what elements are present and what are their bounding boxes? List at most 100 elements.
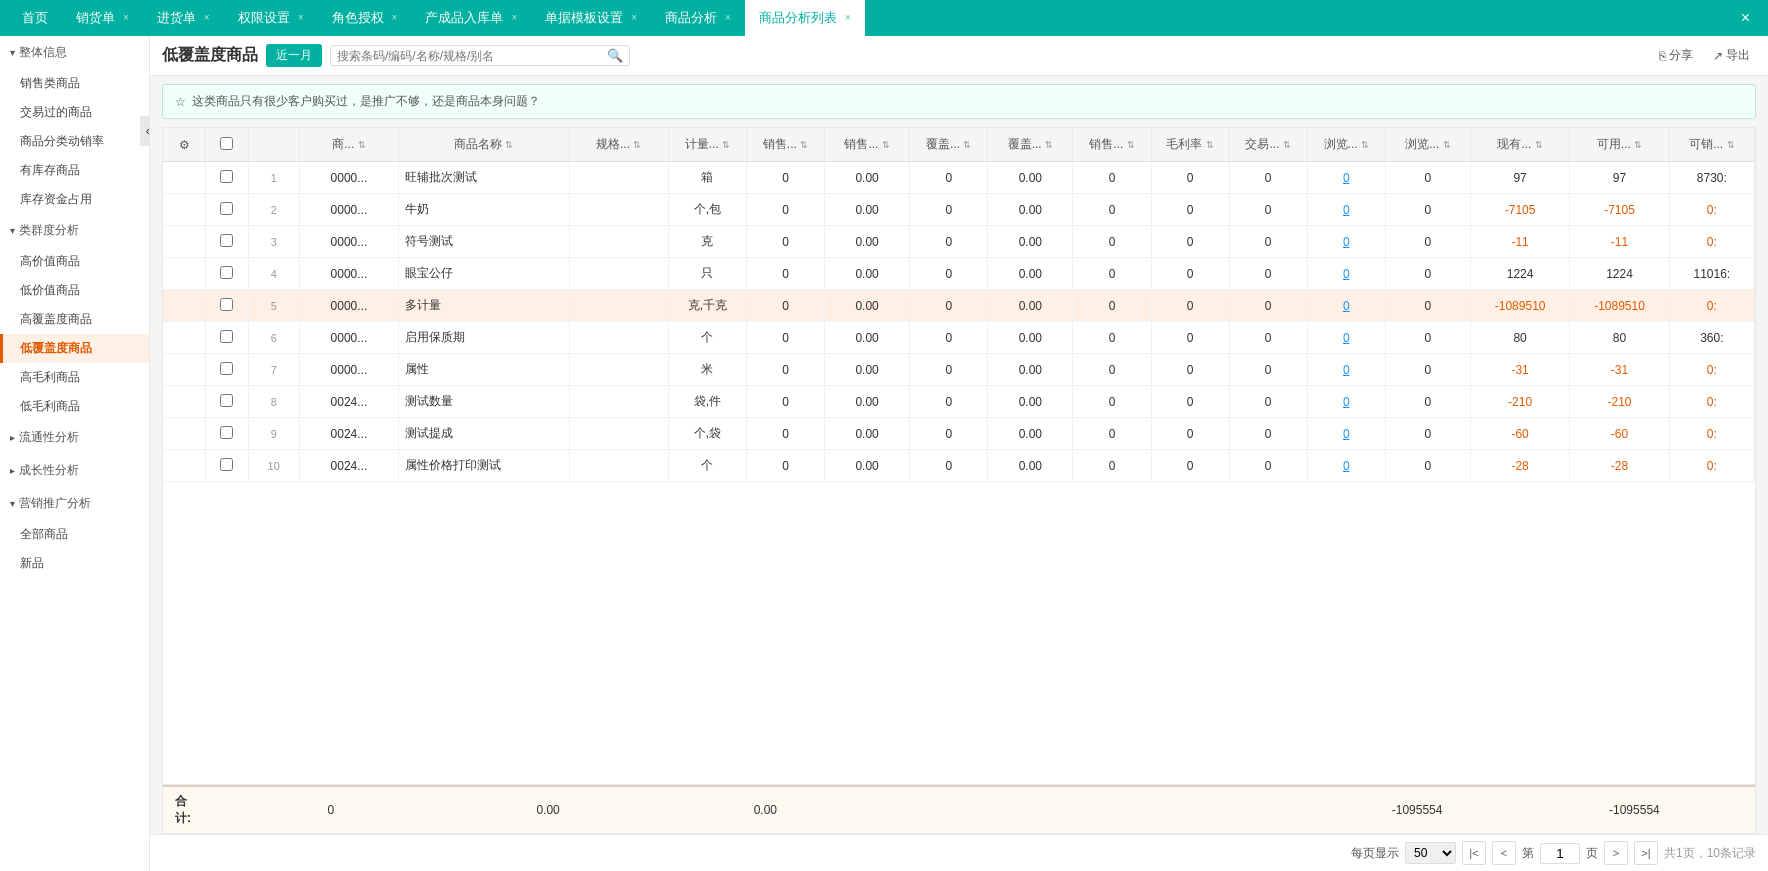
row-cover-count: 0 [910, 194, 988, 226]
per-page-select[interactable]: 50 20 100 200 [1405, 842, 1456, 864]
close-icon[interactable]: × [204, 0, 210, 36]
row-browse1[interactable]: 0 [1307, 418, 1385, 450]
row-checkbox[interactable] [206, 162, 249, 194]
table-container[interactable]: ⚙ 商... ⇅ 商品名称 ⇅ [162, 127, 1756, 785]
sidebar-section-cluster[interactable]: ▾ 类群度分析 [0, 214, 149, 247]
close-icon[interactable]: × [631, 0, 637, 36]
window-close-button[interactable]: × [1731, 9, 1760, 27]
th-spec[interactable]: 规格... ⇅ [569, 128, 668, 162]
th-settings: ⚙ [163, 128, 206, 162]
sidebar-section-overall[interactable]: ▾ 整体信息 [0, 36, 149, 69]
row-browse1[interactable]: 0 [1307, 354, 1385, 386]
row-select-checkbox[interactable] [220, 298, 233, 311]
prev-page-button[interactable]: < [1492, 841, 1516, 865]
row-browse1[interactable]: 0 [1307, 386, 1385, 418]
share-button[interactable]: ⎘ 分享 [1653, 44, 1699, 67]
sidebar-item-new-goods[interactable]: 新品 [0, 549, 149, 578]
row-checkbox[interactable] [206, 194, 249, 226]
search-icon[interactable]: 🔍 [607, 48, 623, 63]
row-checkbox[interactable] [206, 322, 249, 354]
row-checkbox[interactable] [206, 290, 249, 322]
row-browse1[interactable]: 0 [1307, 258, 1385, 290]
row-select-checkbox[interactable] [220, 266, 233, 279]
sidebar-collapse-button[interactable]: « [140, 116, 150, 146]
row-select-checkbox[interactable] [220, 170, 233, 183]
th-browse2[interactable]: 浏览... ⇅ [1385, 128, 1470, 162]
export-button[interactable]: ↗ 导出 [1707, 44, 1756, 67]
sidebar-item-traded-goods[interactable]: 交易过的商品 [0, 98, 149, 127]
sidebar-item-stock-capital[interactable]: 库存资金占用 [0, 185, 149, 214]
th-sales-days[interactable]: 销售... ⇅ [1073, 128, 1151, 162]
th-sales-qty[interactable]: 销售... ⇅ [746, 128, 824, 162]
sidebar-item-high-value[interactable]: 高价值商品 [0, 247, 149, 276]
row-checkbox[interactable] [206, 418, 249, 450]
next-page-button[interactable]: > [1604, 841, 1628, 865]
row-select-checkbox[interactable] [220, 202, 233, 215]
nav-tab-home[interactable]: 首页 [8, 0, 62, 36]
row-browse1[interactable]: 0 [1307, 450, 1385, 482]
row-select-checkbox[interactable] [220, 234, 233, 247]
nav-tab-purchase[interactable]: 进货单 × [143, 0, 224, 36]
row-select-checkbox[interactable] [220, 426, 233, 439]
th-name[interactable]: 商品名称 ⇅ [399, 128, 569, 162]
th-available[interactable]: 可用... ⇅ [1570, 128, 1669, 162]
sidebar-section-flow[interactable]: ▸ 流通性分析 [0, 421, 149, 454]
row-browse1[interactable]: 0 [1307, 226, 1385, 258]
sidebar-section-growth[interactable]: ▸ 成长性分析 [0, 454, 149, 487]
sidebar-item-all-goods[interactable]: 全部商品 [0, 520, 149, 549]
row-browse1[interactable]: 0 [1307, 322, 1385, 354]
close-icon[interactable]: × [123, 0, 129, 36]
th-cover-count[interactable]: 覆盖... ⇅ [910, 128, 988, 162]
nav-tab-template[interactable]: 单据模板设置 × [531, 0, 651, 36]
th-gross-rate[interactable]: 毛利率 ⇅ [1151, 128, 1229, 162]
sidebar-item-sales-goods[interactable]: 销售类商品 [0, 69, 149, 98]
row-select-checkbox[interactable] [220, 362, 233, 375]
row-browse1[interactable]: 0 [1307, 162, 1385, 194]
close-icon[interactable]: × [298, 0, 304, 36]
row-select-checkbox[interactable] [220, 330, 233, 343]
close-icon[interactable]: × [845, 0, 851, 36]
close-icon[interactable]: × [511, 0, 517, 36]
sidebar-item-low-coverage[interactable]: 低覆盖度商品 [0, 334, 149, 363]
sidebar-item-high-coverage[interactable]: 高覆盖度商品 [0, 305, 149, 334]
row-browse1[interactable]: 0 [1307, 194, 1385, 226]
row-sales-qty: 0 [746, 226, 824, 258]
sidebar-item-high-profit[interactable]: 高毛利商品 [0, 363, 149, 392]
row-checkbox[interactable] [206, 226, 249, 258]
nav-tab-permission[interactable]: 权限设置 × [224, 0, 318, 36]
th-trans[interactable]: 交易... ⇅ [1229, 128, 1307, 162]
current-page-input[interactable] [1540, 843, 1580, 864]
th-sales-amt[interactable]: 销售... ⇅ [825, 128, 910, 162]
th-browse1[interactable]: 浏览... ⇅ [1307, 128, 1385, 162]
th-cover-rate[interactable]: 覆盖... ⇅ [988, 128, 1073, 162]
settings-icon[interactable]: ⚙ [179, 138, 190, 152]
row-checkbox[interactable] [206, 354, 249, 386]
row-select-checkbox[interactable] [220, 394, 233, 407]
date-filter-button[interactable]: 近一月 [266, 44, 322, 67]
sidebar-item-low-profit[interactable]: 低毛利商品 [0, 392, 149, 421]
first-page-button[interactable]: |< [1462, 841, 1486, 865]
th-code[interactable]: 商... ⇅ [299, 128, 398, 162]
row-select-checkbox[interactable] [220, 458, 233, 471]
row-browse1[interactable]: 0 [1307, 290, 1385, 322]
nav-tab-analysis-list[interactable]: 商品分析列表 × [745, 0, 865, 36]
last-page-button[interactable]: >| [1634, 841, 1658, 865]
nav-tab-sales[interactable]: 销货单 × [62, 0, 143, 36]
search-input[interactable] [337, 49, 603, 63]
nav-tab-finished-goods[interactable]: 产成品入库单 × [411, 0, 531, 36]
nav-tab-analysis[interactable]: 商品分析 × [651, 0, 745, 36]
th-unit[interactable]: 计量... ⇅ [668, 128, 746, 162]
th-stock-now[interactable]: 现有... ⇅ [1470, 128, 1569, 162]
close-icon[interactable]: × [725, 0, 731, 36]
sidebar-item-has-stock[interactable]: 有库存商品 [0, 156, 149, 185]
nav-tab-role[interactable]: 角色授权 × [318, 0, 412, 36]
row-checkbox[interactable] [206, 386, 249, 418]
row-checkbox[interactable] [206, 450, 249, 482]
th-sellable[interactable]: 可销... ⇅ [1669, 128, 1754, 162]
sidebar-section-marketing[interactable]: ▾ 营销推广分析 [0, 487, 149, 520]
close-icon[interactable]: × [392, 0, 398, 36]
sidebar-item-category-rate[interactable]: 商品分类动销率 [0, 127, 149, 156]
sidebar-item-low-value[interactable]: 低价值商品 [0, 276, 149, 305]
row-checkbox[interactable] [206, 258, 249, 290]
select-all-checkbox[interactable] [220, 137, 233, 150]
